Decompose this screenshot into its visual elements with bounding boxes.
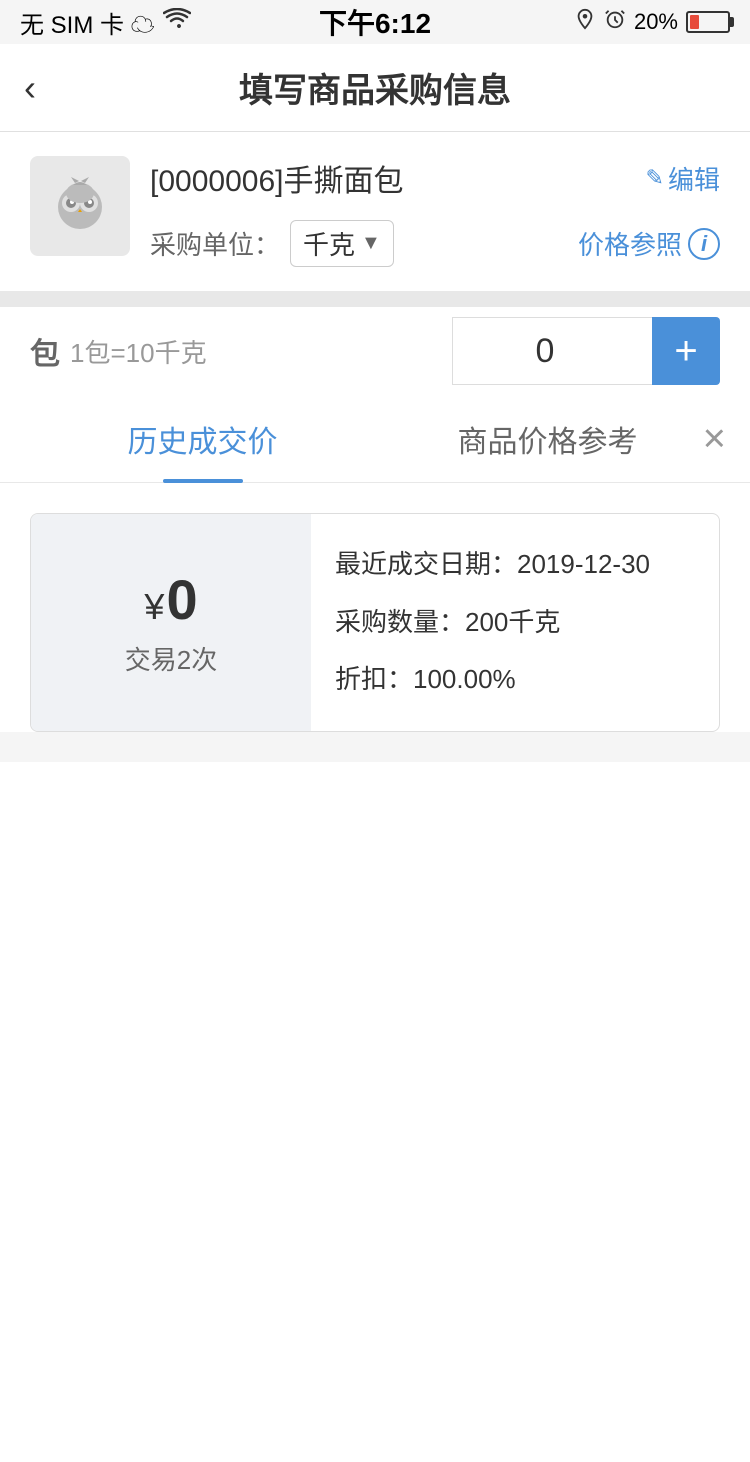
status-time: 下午6:12 (319, 2, 431, 42)
trade-price-summary: ¥0 交易2次 (31, 514, 311, 731)
empty-space (0, 762, 750, 1462)
battery-icon (686, 11, 730, 33)
section-divider (0, 291, 750, 307)
panel-area: 历史成交价 商品价格参考 × ¥0 交易2次 最近成交日期：2019-12-30… (0, 395, 750, 732)
edit-button[interactable]: ✎ 编辑 (646, 160, 720, 197)
sim-label: 无 SIM 卡 ☁ (20, 5, 155, 40)
product-card: [0000006]手撕面包 ✎ 编辑 采购单位： 千克 ▼ 价格参照 i (0, 132, 750, 291)
tab-history-price[interactable]: 历史成交价 (30, 395, 375, 483)
edit-label: 编辑 (668, 160, 720, 197)
quantity-input-wrap: + (452, 317, 720, 385)
bag-unit-info: 包 1包=10千克 (30, 329, 207, 373)
quantity-row: 包 1包=10千克 + (0, 307, 750, 395)
discount-label: 折扣： (335, 664, 413, 694)
unit-dropdown-arrow: ▼ (361, 232, 381, 255)
status-bar: 无 SIM 卡 ☁ 下午6:12 20% (0, 0, 750, 44)
recent-date-row: 最近成交日期：2019-12-30 (335, 544, 695, 586)
unit-label: 采购单位： (150, 225, 280, 262)
quantity-plus-button[interactable]: + (652, 317, 720, 385)
page-header: ‹ 填写商品采购信息 (0, 44, 750, 132)
back-button[interactable]: ‹ (24, 67, 36, 109)
product-owl-icon (45, 165, 115, 248)
price-ref-label: 价格参照 (578, 225, 682, 262)
bag-conversion-label: 1包=10千克 (70, 333, 207, 370)
battery-percent: 20% (634, 9, 678, 35)
product-thumbnail (30, 156, 130, 256)
price-number: 0 (166, 568, 197, 631)
product-name: [0000006]手撕面包 (150, 156, 403, 200)
quantity-input[interactable] (452, 317, 652, 385)
unit-select[interactable]: 千克 ▼ (290, 220, 394, 267)
purchase-qty-value: 200千克 (465, 607, 560, 637)
location-icon (574, 8, 596, 36)
product-unit-row: 采购单位： 千克 ▼ 价格参照 i (150, 220, 720, 267)
trade-card: ¥0 交易2次 最近成交日期：2019-12-30 采购数量：200千克 折扣：… (30, 513, 720, 732)
tab-price-ref[interactable]: 商品价格参考 (375, 395, 720, 483)
page-title: 填写商品采购信息 (239, 63, 511, 112)
recent-date-label: 最近成交日期： (335, 549, 517, 579)
tab-active-underline (163, 479, 243, 483)
product-info: [0000006]手撕面包 ✎ 编辑 采购单位： 千克 ▼ 价格参照 i (150, 156, 720, 267)
help-icon: i (688, 228, 720, 260)
tabs-bar: 历史成交价 商品价格参考 × (0, 395, 750, 483)
product-name-row: [0000006]手撕面包 ✎ 编辑 (150, 156, 720, 200)
price-ref-button[interactable]: 价格参照 i (578, 225, 720, 262)
recent-date-value: 2019-12-30 (517, 549, 650, 579)
bag-icon: 包 (30, 329, 60, 373)
edit-icon: ✎ (646, 165, 664, 191)
status-left: 无 SIM 卡 ☁ (20, 5, 191, 40)
trade-details: 最近成交日期：2019-12-30 采购数量：200千克 折扣：100.00% (311, 514, 719, 731)
purchase-qty-row: 采购数量：200千克 (335, 602, 695, 644)
panel-close-button[interactable]: × (703, 416, 726, 461)
currency-symbol: ¥ (144, 586, 164, 627)
tab-price-ref-label: 商品价格参考 (458, 417, 638, 461)
unit-value: 千克 (303, 225, 355, 262)
status-right: 20% (574, 8, 730, 36)
trade-count: 交易2次 (125, 640, 217, 677)
purchase-qty-label: 采购数量： (335, 607, 465, 637)
wifi-icon (163, 8, 191, 37)
trade-price-value: ¥0 (144, 567, 197, 632)
discount-row: 折扣：100.00% (335, 659, 695, 701)
alarm-icon (604, 8, 626, 36)
discount-value: 100.00% (413, 664, 516, 694)
tab-history-label: 历史成交价 (128, 417, 278, 461)
